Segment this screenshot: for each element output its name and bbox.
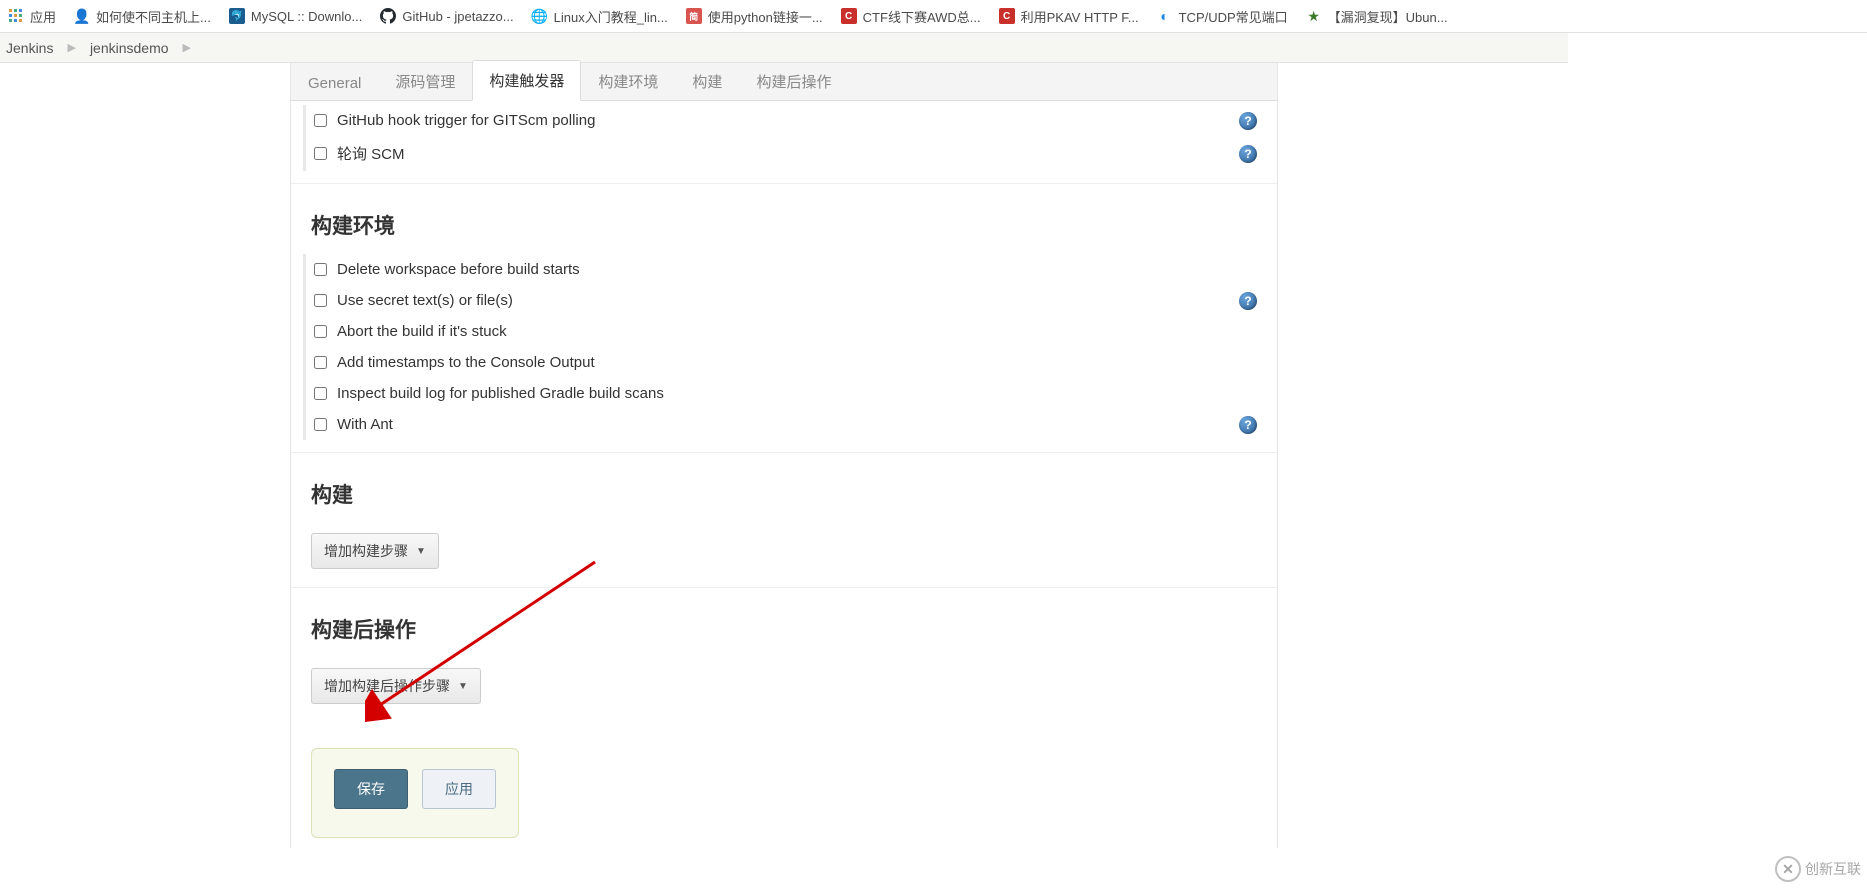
watermark-icon: ✕ <box>1775 856 1801 882</box>
bookmark-label: GitHub - jpetazzo... <box>402 9 513 24</box>
bookmark-item-6[interactable]: C 利用PKAV HTTP F... <box>999 7 1139 26</box>
bookmark-item-5[interactable]: C CTF线下赛AWD总... <box>841 7 981 26</box>
py-icon: 简 <box>686 8 702 24</box>
tab-post[interactable]: 构建后操作 <box>739 61 848 101</box>
bookmark-apps[interactable]: 应用 <box>8 7 56 26</box>
star-icon: ★ <box>1306 8 1322 24</box>
trigger-section: GitHub hook trigger for GITScm polling ?… <box>291 101 1277 184</box>
help-icon[interactable]: ? <box>1239 145 1257 163</box>
config-panel: General 源码管理 构建触发器 构建环境 构建 构建后操作 GitHub … <box>290 63 1278 848</box>
checkbox-github-hook[interactable] <box>314 114 327 127</box>
help-icon[interactable]: ? <box>1239 292 1257 310</box>
opt-gradle-scan[interactable]: Inspect build log for published Gradle b… <box>303 378 1257 409</box>
section-title-post: 构建后操作 <box>311 614 1257 644</box>
bookmark-item-8[interactable]: ★ 【漏洞复现】Ubun... <box>1306 7 1448 26</box>
checkbox-poll-scm[interactable] <box>314 147 327 160</box>
caret-down-icon: ▼ <box>458 681 468 692</box>
c-icon: C <box>841 8 857 24</box>
apply-button[interactable]: 应用 <box>422 769 496 809</box>
bookmark-label: 如何使不同主机上... <box>96 7 211 26</box>
mysql-icon: 🐬 <box>229 8 245 24</box>
opt-label: Use secret text(s) or file(s) <box>337 292 513 309</box>
breadcrumb-item-1[interactable]: jenkinsdemo <box>90 40 169 56</box>
opt-label: With Ant <box>337 416 393 433</box>
globe-icon: 🌐 <box>532 8 548 24</box>
help-icon[interactable]: ? <box>1239 416 1257 434</box>
post-build-section: 构建后操作 增加构建后操作步骤 ▼ <box>291 588 1277 722</box>
apps-icon <box>8 8 24 24</box>
github-icon <box>380 8 396 24</box>
checkbox-timestamps[interactable] <box>314 356 327 369</box>
c-icon: C <box>999 8 1015 24</box>
opt-poll-scm[interactable]: 轮询 SCM ? <box>303 136 1257 171</box>
checkbox-delete-ws[interactable] <box>314 263 327 276</box>
bookmark-item-1[interactable]: 🐬 MySQL :: Downlo... <box>229 8 363 24</box>
opt-label: Delete workspace before build starts <box>337 261 580 278</box>
build-section: 构建 增加构建步骤 ▼ <box>291 453 1277 588</box>
caret-down-icon: ▼ <box>416 546 426 557</box>
breadcrumb: Jenkins ▶ jenkinsdemo ▶ <box>0 33 1568 63</box>
bookmark-item-0[interactable]: 👤 如何使不同主机上... <box>74 7 211 26</box>
bookmark-label: 使用python链接一... <box>708 7 823 26</box>
checkbox-secret-text[interactable] <box>314 294 327 307</box>
opt-with-ant[interactable]: With Ant ? <box>303 409 1257 440</box>
opt-label: Abort the build if it's stuck <box>337 323 507 340</box>
drop-btn-label: 增加构建步骤 <box>324 541 408 561</box>
tab-triggers[interactable]: 构建触发器 <box>472 60 581 101</box>
bookmark-label: 应用 <box>30 7 56 26</box>
tab-build[interactable]: 构建 <box>675 61 739 101</box>
bookmark-item-4[interactable]: 简使用python链接一... <box>686 7 823 26</box>
add-post-build-step-button[interactable]: 增加构建后操作步骤 ▼ <box>311 668 481 704</box>
bookmark-label: 利用PKAV HTTP F... <box>1021 7 1139 26</box>
chevron-right-icon: ▶ <box>183 41 191 54</box>
section-title-env: 构建环境 <box>311 210 1257 240</box>
watermark-text: 创新互联 <box>1805 859 1861 879</box>
env-section: 构建环境 Delete workspace before build start… <box>291 184 1277 453</box>
opt-label: 轮询 SCM <box>337 143 405 164</box>
section-title-build: 构建 <box>311 479 1257 509</box>
drop-btn-label: 增加构建后操作步骤 <box>324 676 450 696</box>
chevron-right-icon: ▶ <box>67 41 75 54</box>
help-icon[interactable]: ? <box>1239 112 1257 130</box>
opt-secret-text[interactable]: Use secret text(s) or file(s) ? <box>303 285 1257 316</box>
bookmark-label: Linux入门教程_lin... <box>554 7 668 26</box>
add-build-step-button[interactable]: 增加构建步骤 ▼ <box>311 533 439 569</box>
bookmark-label: CTF线下赛AWD总... <box>863 7 981 26</box>
opt-delete-ws[interactable]: Delete workspace before build starts <box>303 254 1257 285</box>
opt-timestamps[interactable]: Add timestamps to the Console Output <box>303 347 1257 378</box>
tab-env[interactable]: 构建环境 <box>581 61 675 101</box>
bookmarks-bar: 应用 👤 如何使不同主机上... 🐬 MySQL :: Downlo... GitH… <box>0 0 1867 33</box>
opt-github-hook[interactable]: GitHub hook trigger for GITScm polling ? <box>303 105 1257 136</box>
bookmark-item-3[interactable]: 🌐 Linux入门教程_lin... <box>532 7 668 26</box>
bookmark-item-7[interactable]: ◐ TCP/UDP常见端口 <box>1157 7 1288 26</box>
tcp-icon: ◐ <box>1157 8 1173 24</box>
opt-label: GitHub hook trigger for GITScm polling <box>337 112 595 129</box>
footer-actions: 保存 应用 <box>311 748 519 838</box>
tab-general[interactable]: General <box>291 65 378 101</box>
bookmark-label: 【漏洞复现】Ubun... <box>1328 7 1448 26</box>
save-button[interactable]: 保存 <box>334 769 408 809</box>
tab-bar: General 源码管理 构建触发器 构建环境 构建 构建后操作 <box>291 63 1277 101</box>
breadcrumb-item-0[interactable]: Jenkins <box>6 40 53 56</box>
main-content: General 源码管理 构建触发器 构建环境 构建 构建后操作 GitHub … <box>0 63 1568 848</box>
person-icon: 👤 <box>74 8 90 24</box>
watermark-logo: ✕ 创新互联 <box>1775 856 1861 882</box>
opt-abort-stuck[interactable]: Abort the build if it's stuck <box>303 316 1257 347</box>
bookmark-item-2[interactable]: GitHub - jpetazzo... <box>380 8 513 24</box>
checkbox-with-ant[interactable] <box>314 418 327 431</box>
bookmark-label: MySQL :: Downlo... <box>251 9 363 24</box>
bookmark-label: TCP/UDP常见端口 <box>1179 7 1288 26</box>
opt-label: Inspect build log for published Gradle b… <box>337 385 664 402</box>
checkbox-gradle-scan[interactable] <box>314 387 327 400</box>
tab-scm[interactable]: 源码管理 <box>378 61 472 101</box>
opt-label: Add timestamps to the Console Output <box>337 354 595 371</box>
checkbox-abort-stuck[interactable] <box>314 325 327 338</box>
